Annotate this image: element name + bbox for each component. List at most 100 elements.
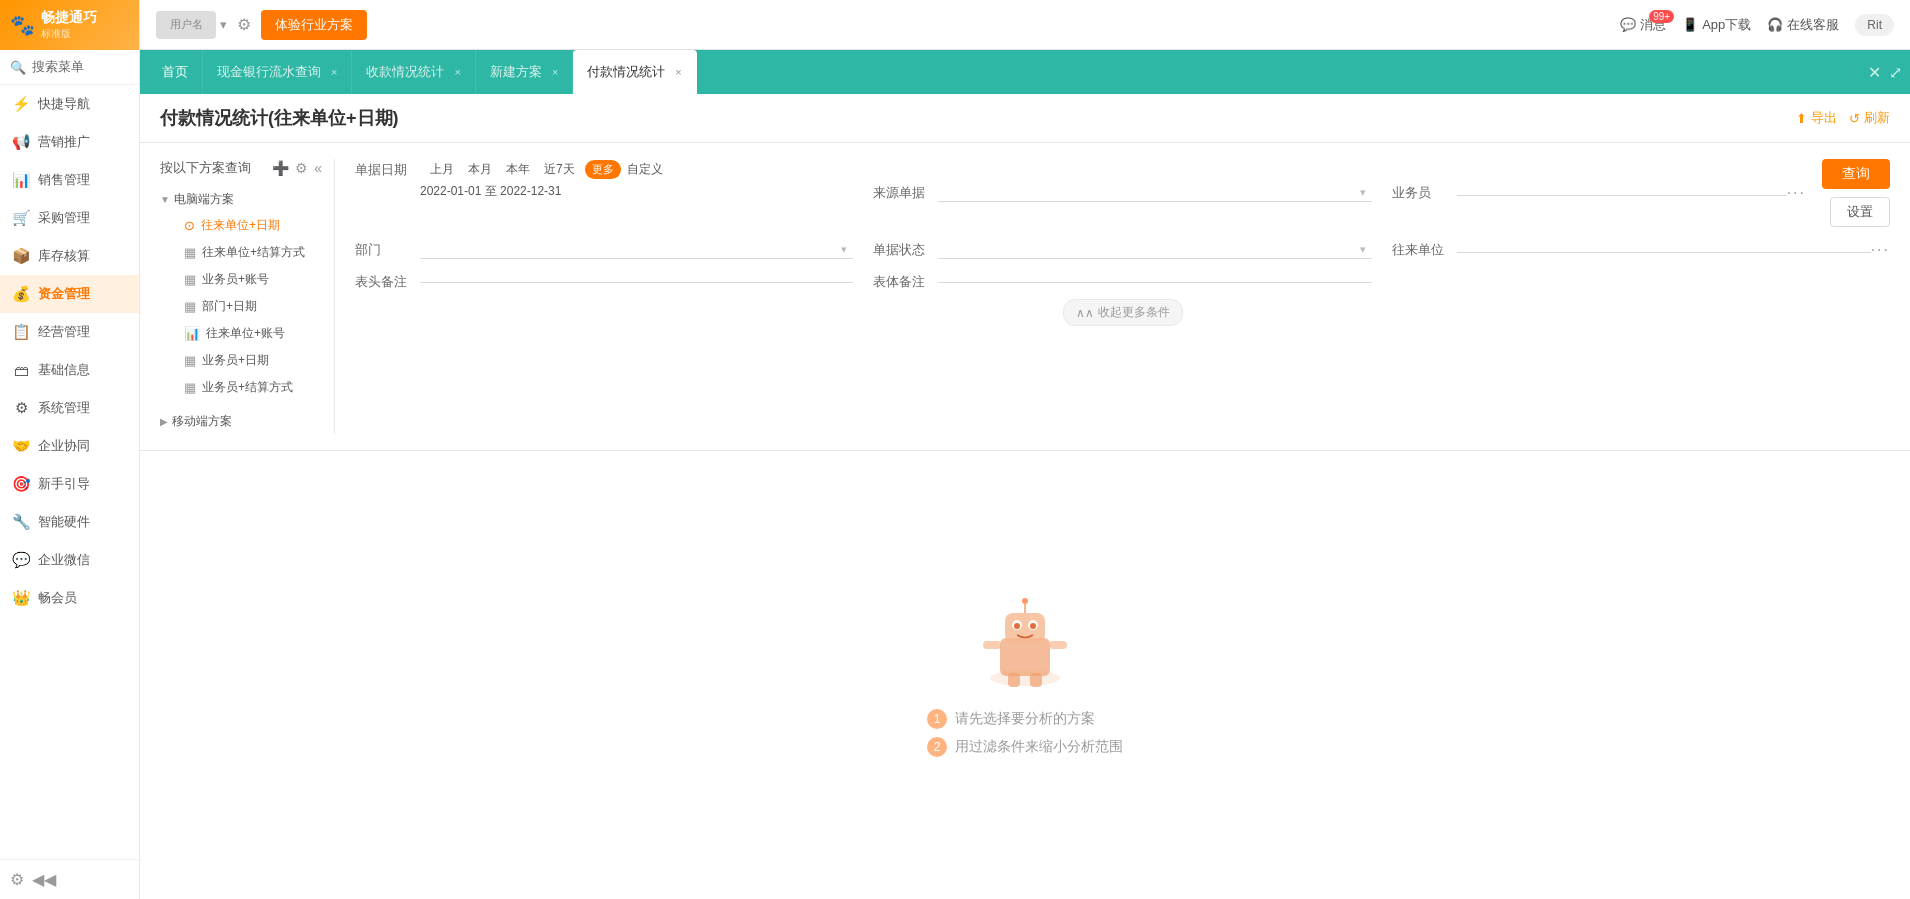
scheme-item-icon-6: ▦ [184, 353, 196, 368]
date-range-display: 2022-01-01 至 2022-12-31 [355, 183, 561, 200]
purchase-label: 采购管理 [38, 209, 90, 227]
refresh-button[interactable]: ↺ 刷新 [1849, 109, 1890, 127]
date-option-this-month[interactable]: 本月 [464, 159, 496, 180]
scheme-item-dept-date[interactable]: ▦ 部门+日期 [168, 293, 322, 320]
collapse-scheme-icon[interactable]: « [314, 160, 322, 176]
messages-badge[interactable]: 💬 消息 99+ [1620, 16, 1666, 34]
date-option-this-year[interactable]: 本年 [502, 159, 534, 180]
add-scheme-icon[interactable]: ➕ [272, 160, 289, 176]
edit-scheme-icon[interactable]: ⚙ [295, 160, 308, 176]
head-note-input[interactable] [420, 282, 853, 283]
sidebar-item-purchase[interactable]: 🛒采购管理 [0, 199, 139, 237]
system-icon: ⚙ [12, 399, 30, 417]
close-tab-icon[interactable]: ✕ [1868, 63, 1881, 82]
scheme-item-salesman-account[interactable]: ▦ 业务员+账号 [168, 266, 322, 293]
query-panel: 按以下方案查询 ➕ ⚙ « ▼ 电脑端方案 ⊙ 往来 [140, 143, 1910, 451]
empty-robot-svg [965, 593, 1085, 693]
scheme-item-partner-settlement[interactable]: ▦ 往来单位+结算方式 [168, 239, 322, 266]
export-button[interactable]: ⬆ 导出 [1796, 109, 1837, 127]
sidebar-item-wechat[interactable]: 💬企业微信 [0, 541, 139, 579]
date-option-custom[interactable]: 自定义 [627, 161, 663, 178]
settings-icon[interactable]: ⚙ [10, 870, 24, 889]
sidebar-item-hardware[interactable]: 🔧智能硬件 [0, 503, 139, 541]
expand-icon[interactable]: ⤢ [1889, 63, 1902, 82]
scheme-item-icon-active: ⊙ [184, 218, 195, 233]
tab-payment[interactable]: 付款情况统计 × [573, 50, 696, 94]
doc-status-select[interactable]: ▾ [938, 241, 1371, 259]
tab-bank[interactable]: 现金银行流水查询× [203, 50, 352, 94]
date-option-last-month[interactable]: 上月 [426, 159, 458, 180]
sidebar-item-finance[interactable]: 💰资金管理 [0, 275, 139, 313]
tab-close-payment[interactable]: × [675, 66, 681, 78]
date-option-7days[interactable]: 近7天 [540, 159, 579, 180]
source-select[interactable]: ▾ [938, 184, 1371, 202]
collapse-label: 收起更多条件 [1098, 304, 1170, 321]
sidebar-item-guide[interactable]: 🎯新手引导 [0, 465, 139, 503]
dept-select[interactable]: ▾ [420, 241, 853, 259]
empty-hint-1: 1 请先选择要分析的方案 [927, 709, 1123, 729]
main-area: 用户名 ▾ ⚙ 体验行业方案 💬 消息 99+ 📱 App下载 🎧 在线客服 R… [140, 0, 1910, 899]
scheme-item-label: 业务员+日期 [202, 352, 269, 369]
sidebar-item-member[interactable]: 👑畅会员 [0, 579, 139, 617]
group-arrow-icon: ▼ [160, 194, 170, 205]
svg-rect-8 [1049, 641, 1067, 649]
sidebar-item-sales[interactable]: 📊销售管理 [0, 161, 139, 199]
online-service[interactable]: 🎧 在线客服 [1767, 16, 1839, 34]
sidebar-item-system[interactable]: ⚙系统管理 [0, 389, 139, 427]
date-option-more[interactable]: 更多 [585, 160, 621, 179]
filter-settings-button[interactable]: 设置 [1830, 197, 1890, 227]
scheme-item-salesman-date[interactable]: ▦ 业务员+日期 [168, 347, 322, 374]
tab-close-new-plan[interactable]: × [552, 66, 558, 78]
scheme-item-label: 部门+日期 [202, 298, 257, 315]
scheme-item-partner-date[interactable]: ⊙ 往来单位+日期 [168, 212, 322, 239]
collapse-sidebar-icon[interactable]: ◀◀ [32, 870, 56, 889]
filter-row-3: 表头备注 表体备注 [355, 273, 1890, 291]
sidebar-item-quick-nav[interactable]: ⚡快捷导航 [0, 85, 139, 123]
sidebar-item-enterprise[interactable]: 🤝企业协同 [0, 427, 139, 465]
hint-text-1: 请先选择要分析的方案 [955, 710, 1095, 728]
sales-icon: 📊 [12, 171, 30, 189]
sidebar-item-operation[interactable]: 📋经营管理 [0, 313, 139, 351]
scheme-item-icon-7: ▦ [184, 380, 196, 395]
tab-new-plan[interactable]: 新建方案× [476, 50, 573, 94]
search-menu-item[interactable]: 🔍 搜索菜单 [0, 50, 139, 85]
mobile-group-title[interactable]: ▶ 移动端方案 [160, 409, 322, 434]
scheme-item-partner-account[interactable]: 📊 往来单位+账号 [168, 320, 322, 347]
sidebar-item-inventory[interactable]: 📦库存核算 [0, 237, 139, 275]
body-note-input[interactable] [938, 282, 1371, 283]
partner-label: 往来单位 [1392, 241, 1457, 259]
collapse-more-button[interactable]: ∧∧ 收起更多条件 [1063, 299, 1183, 326]
dept-select-arrow: ▾ [841, 243, 847, 256]
enterprise-label: 企业协同 [38, 437, 90, 455]
scheme-item-label: 业务员+账号 [202, 271, 269, 288]
tab-label-payment: 付款情况统计 [587, 63, 665, 81]
tab-close-bank[interactable]: × [331, 66, 337, 78]
top-header: 用户名 ▾ ⚙ 体验行业方案 💬 消息 99+ 📱 App下载 🎧 在线客服 R… [140, 0, 1910, 50]
tab-home[interactable]: 首页 [148, 50, 203, 94]
source-select-arrow: ▾ [1360, 186, 1366, 199]
wechat-label: 企业微信 [38, 551, 90, 569]
filter-empty-col [1392, 273, 1890, 291]
quick-nav-label: 快捷导航 [38, 95, 90, 113]
mobile-group-arrow: ▶ [160, 416, 168, 427]
app-download[interactable]: 📱 App下载 [1682, 16, 1751, 34]
query-button[interactable]: 查询 [1822, 159, 1890, 189]
partner-dots-btn[interactable]: ··· [1871, 241, 1890, 259]
refresh-icon: ↺ [1849, 111, 1860, 126]
trial-button[interactable]: 体验行业方案 [261, 10, 367, 40]
inventory-label: 库存核算 [38, 247, 90, 265]
scheme-panel: 按以下方案查询 ➕ ⚙ « ▼ 电脑端方案 ⊙ 往来 [160, 159, 335, 434]
header-settings-icon[interactable]: ⚙ [237, 15, 251, 34]
user-dropdown-icon[interactable]: ▾ [220, 17, 227, 32]
marketing-icon: 📢 [12, 133, 30, 151]
filter-source-col: 来源单据 ▾ [873, 159, 1371, 227]
tab-close-income[interactable]: × [454, 66, 460, 78]
sidebar-item-basic[interactable]: 🗃基础信息 [0, 351, 139, 389]
tab-income[interactable]: 收款情况统计× [352, 50, 475, 94]
sidebar-nav: ⚡快捷导航📢营销推广📊销售管理🛒采购管理📦库存核算💰资金管理📋经营管理🗃基础信息… [0, 85, 139, 617]
scheme-item-salesman-settlement[interactable]: ▦ 业务员+结算方式 [168, 374, 322, 401]
filter-salesman-col: 业务员 ··· 查询 设置 [1392, 159, 1890, 227]
salesman-dots-btn[interactable]: ··· [1787, 184, 1806, 202]
sidebar-item-marketing[interactable]: 📢营销推广 [0, 123, 139, 161]
desktop-group-title[interactable]: ▼ 电脑端方案 [160, 187, 322, 212]
